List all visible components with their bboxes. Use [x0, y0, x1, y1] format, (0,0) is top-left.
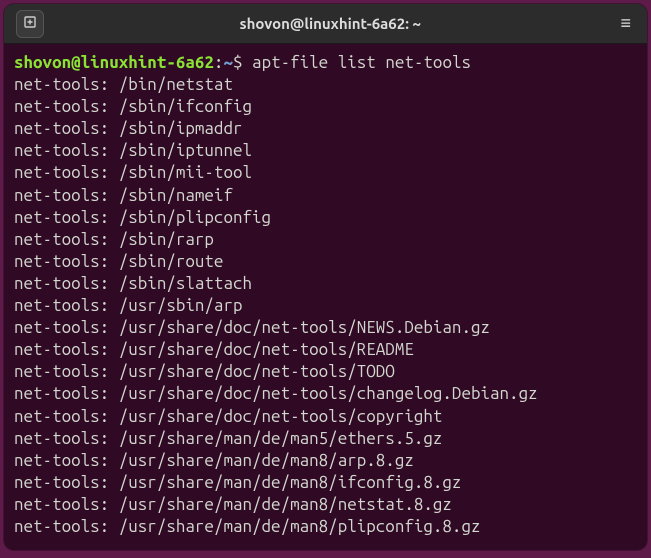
output-prefix: net-tools:	[14, 429, 109, 448]
output-line: net-tools: /usr/sbin/arp	[14, 295, 637, 317]
output-path: /usr/share/doc/net-tools/changelog.Debia…	[119, 384, 538, 403]
titlebar-right: ≡	[616, 13, 635, 34]
output-path: /sbin/mii-tool	[119, 163, 252, 182]
new-tab-icon	[22, 14, 38, 34]
window-title: shovon@linuxhint-6a62: ~	[240, 15, 421, 32]
output-prefix: net-tools:	[14, 296, 109, 315]
output-path: /usr/share/man/de/man8/arp.8.gz	[119, 451, 414, 470]
output-path: /sbin/route	[119, 252, 224, 271]
output-prefix: net-tools:	[14, 75, 109, 94]
output-line: net-tools: /usr/share/doc/net-tools/copy…	[14, 406, 637, 428]
output-prefix: net-tools:	[14, 495, 109, 514]
output-line: net-tools: /usr/share/man/de/man8/plipco…	[14, 516, 637, 538]
command: apt-file list net-tools	[252, 53, 471, 72]
titlebar-left	[16, 10, 44, 38]
output-prefix: net-tools:	[14, 163, 109, 182]
output-path: /usr/share/man/de/man5/ethers.5.gz	[119, 429, 443, 448]
output-path: /usr/share/man/de/man8/ifconfig.8.gz	[119, 473, 462, 492]
output-prefix: net-tools:	[14, 186, 109, 205]
prompt-symbol: $	[233, 53, 243, 72]
output-prefix: net-tools:	[14, 340, 109, 359]
output-line: net-tools: /usr/share/doc/net-tools/chan…	[14, 383, 637, 405]
output-container: net-tools: /bin/netstatnet-tools: /sbin/…	[14, 74, 637, 538]
output-prefix: net-tools:	[14, 141, 109, 160]
output-path: /usr/share/man/de/man8/netstat.8.gz	[119, 495, 452, 514]
output-prefix: net-tools:	[14, 318, 109, 337]
output-path: /usr/share/doc/net-tools/NEWS.Debian.gz	[119, 318, 490, 337]
output-path: /sbin/iptunnel	[119, 141, 252, 160]
output-line: net-tools: /sbin/slattach	[14, 273, 637, 295]
terminal-window: shovon@linuxhint-6a62: ~ ≡ shovon@linuxh…	[4, 4, 647, 550]
output-prefix: net-tools:	[14, 252, 109, 271]
output-prefix: net-tools:	[14, 407, 109, 426]
output-line: net-tools: /usr/share/man/de/man8/netsta…	[14, 494, 637, 516]
output-line: net-tools: /bin/netstat	[14, 74, 637, 96]
output-path: /usr/share/doc/net-tools/README	[119, 340, 414, 359]
output-prefix: net-tools:	[14, 274, 109, 293]
output-line: net-tools: /sbin/iptunnel	[14, 140, 637, 162]
output-line: net-tools: /sbin/route	[14, 251, 637, 273]
output-path: /bin/netstat	[119, 75, 233, 94]
output-line: net-tools: /sbin/mii-tool	[14, 162, 637, 184]
output-line: net-tools: /usr/share/doc/net-tools/READ…	[14, 339, 637, 361]
output-path: /usr/sbin/arp	[119, 296, 243, 315]
output-line: net-tools: /usr/share/man/de/man5/ethers…	[14, 428, 637, 450]
new-tab-button[interactable]	[16, 10, 44, 38]
output-line: net-tools: /usr/share/man/de/man8/ifconf…	[14, 472, 637, 494]
prompt-line: shovon@linuxhint-6a62:~$ apt-file list n…	[14, 52, 637, 74]
terminal-body[interactable]: shovon@linuxhint-6a62:~$ apt-file list n…	[4, 44, 647, 546]
output-path: /usr/share/man/de/man8/plipconfig.8.gz	[119, 517, 481, 536]
output-line: net-tools: /usr/share/doc/net-tools/TODO	[14, 361, 637, 383]
output-line: net-tools: /sbin/plipconfig	[14, 207, 637, 229]
output-line: net-tools: /sbin/nameif	[14, 185, 637, 207]
output-line: net-tools: /usr/share/doc/net-tools/NEWS…	[14, 317, 637, 339]
menu-button[interactable]: ≡	[616, 13, 635, 34]
output-prefix: net-tools:	[14, 208, 109, 227]
output-prefix: net-tools:	[14, 230, 109, 249]
output-path: /sbin/plipconfig	[119, 208, 271, 227]
output-path: /sbin/ifconfig	[119, 97, 252, 116]
prompt-user-host: shovon@linuxhint-6a62	[14, 53, 214, 72]
output-prefix: net-tools:	[14, 473, 109, 492]
output-path: /sbin/rarp	[119, 230, 214, 249]
hamburger-icon: ≡	[620, 13, 631, 33]
prompt-path: ~	[223, 53, 233, 72]
output-prefix: net-tools:	[14, 517, 109, 536]
output-line: net-tools: /usr/share/man/de/man8/arp.8.…	[14, 450, 637, 472]
output-prefix: net-tools:	[14, 362, 109, 381]
command-text	[243, 53, 253, 72]
output-line: net-tools: /sbin/ipmaddr	[14, 118, 637, 140]
output-prefix: net-tools:	[14, 451, 109, 470]
output-prefix: net-tools:	[14, 119, 109, 138]
output-path: /usr/share/doc/net-tools/copyright	[119, 407, 443, 426]
output-line: net-tools: /sbin/rarp	[14, 229, 637, 251]
output-line: net-tools: /sbin/ifconfig	[14, 96, 637, 118]
output-path: /sbin/nameif	[119, 186, 233, 205]
output-path: /usr/share/doc/net-tools/TODO	[119, 362, 395, 381]
titlebar: shovon@linuxhint-6a62: ~ ≡	[4, 4, 647, 44]
output-prefix: net-tools:	[14, 97, 109, 116]
output-path: /sbin/slattach	[119, 274, 252, 293]
output-prefix: net-tools:	[14, 384, 109, 403]
output-path: /sbin/ipmaddr	[119, 119, 243, 138]
